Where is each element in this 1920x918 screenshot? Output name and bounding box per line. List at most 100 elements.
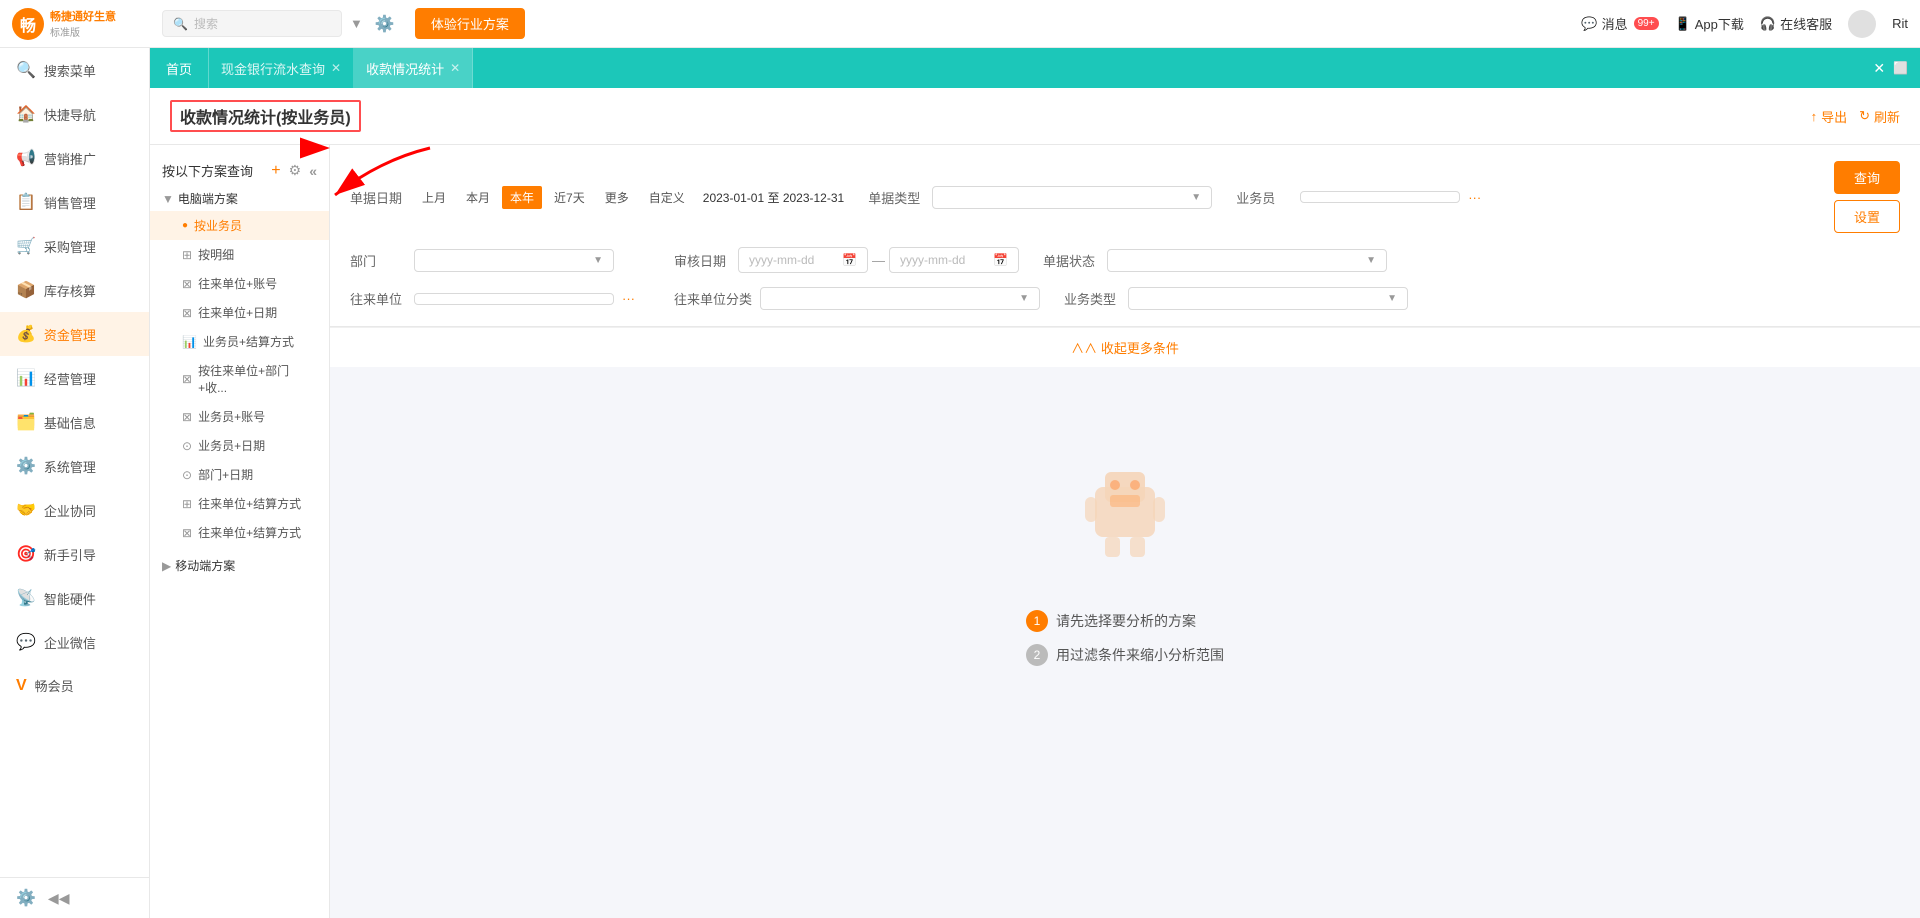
window-close-icon[interactable]: ✕ <box>1873 60 1885 77</box>
counterpart-category-label: 往来单位分类 <box>674 289 752 308</box>
marketing-icon: 📢 <box>16 148 36 168</box>
window-maximize-icon[interactable]: ⬜ <box>1893 61 1908 75</box>
review-date-from[interactable]: yyyy-mm-dd 📅 <box>738 247 868 273</box>
scheme-item-counterpart-settlement2[interactable]: ⊠ 往来单位+结算方式 <box>150 518 329 547</box>
user-avatar[interactable] <box>1848 10 1876 38</box>
scheme-item-by-detail[interactable]: ⊞ 按明细 <box>150 240 329 269</box>
scheme-item-counterpart-date[interactable]: ⊠ 往来单位+日期 <box>150 298 329 327</box>
sidebar-item-finance[interactable]: 💰 资金管理 <box>0 312 149 356</box>
doc-type-select[interactable]: ▼ <box>932 186 1212 209</box>
message-button[interactable]: 💬 消息 99+ <box>1581 14 1658 33</box>
dept-select[interactable]: ▼ <box>414 249 614 272</box>
date-tab-custom[interactable]: 自定义 <box>641 186 693 209</box>
settings-icon[interactable]: ⚙️ <box>371 10 399 38</box>
collapse-bar[interactable]: ∧∧ 收起更多条件 <box>330 327 1920 367</box>
scheme-settings-icon[interactable]: ⚙ <box>289 162 302 179</box>
review-date-to-placeholder: yyyy-mm-dd <box>900 253 965 267</box>
sidebar-item-inventory[interactable]: 📦 库存核算 <box>0 268 149 312</box>
sidebar-item-member[interactable]: V 畅会员 <box>0 664 149 707</box>
review-date-from-placeholder: yyyy-mm-dd <box>749 253 814 267</box>
sidebar-item-basic[interactable]: 🗂️ 基础信息 <box>0 400 149 444</box>
app-download-button[interactable]: 📱 App下载 <box>1675 14 1744 33</box>
sidebar-item-hardware[interactable]: 📡 智能硬件 <box>0 576 149 620</box>
scheme-item-counterpart-settlement1[interactable]: ⊞ 往来单位+结算方式 <box>150 489 329 518</box>
date-tab-this-month[interactable]: 本月 <box>458 186 498 209</box>
header-search-area: 🔍 搜索 ▼ ⚙️ 体验行业方案 <box>162 8 1581 39</box>
sidebar-item-operations[interactable]: 📊 经营管理 <box>0 356 149 400</box>
scheme-category-desktop[interactable]: ▼ 电脑端方案 <box>150 186 329 211</box>
doc-status-select[interactable]: ▼ <box>1107 249 1387 272</box>
dropdown-arrow-icon: ▼ <box>1366 255 1376 266</box>
hint-item-1: 1 请先选择要分析的方案 <box>1026 610 1196 632</box>
date-tab-this-year[interactable]: 本年 <box>502 186 542 209</box>
sidebar-item-label: 库存核算 <box>44 281 96 300</box>
salesperson-filter-item: 业务员 ··· <box>1236 188 1481 207</box>
biz-type-select[interactable]: ▼ <box>1128 287 1408 310</box>
salesperson-more-icon[interactable]: ··· <box>1468 190 1481 205</box>
sidebar-item-search-menu[interactable]: 🔍 搜索菜单 <box>0 48 149 92</box>
search-box[interactable]: 🔍 搜索 <box>162 10 342 37</box>
scheme-item-salesperson-settlement[interactable]: 📊 业务员+结算方式 <box>150 327 329 356</box>
counterpart-more-icon[interactable]: ··· <box>622 291 635 306</box>
empty-hints: 1 请先选择要分析的方案 2 用过滤条件来缩小分析范围 <box>1026 610 1224 666</box>
scheme-item-label: 往来单位+结算方式 <box>198 524 301 541</box>
scheme-item-salesperson-account[interactable]: ⊠ 业务员+账号 <box>150 402 329 431</box>
category-expand-icon: ▼ <box>162 192 174 206</box>
scheme-category-mobile[interactable]: ▶ 移动端方案 <box>150 553 329 578</box>
trial-button[interactable]: 体验行业方案 <box>415 8 525 39</box>
sidebar-item-purchase[interactable]: 🛒 采购管理 <box>0 224 149 268</box>
salesperson-select[interactable] <box>1300 191 1460 203</box>
content-area: 首页 现金银行流水查询 ✕ 收款情况统计 ✕ ✕ ⬜ 收款情况统计(按业务员) <box>150 48 1920 918</box>
review-date-group: yyyy-mm-dd 📅 — yyyy-mm-dd 📅 <box>738 247 1019 273</box>
counterpart-category-select[interactable]: ▼ <box>760 287 1040 310</box>
salesperson-label: 业务员 <box>1236 188 1292 207</box>
inventory-icon: 📦 <box>16 280 36 300</box>
scheme-item-label: 往来单位+日期 <box>198 304 277 321</box>
sidebar-item-weixin[interactable]: 💬 企业微信 <box>0 620 149 664</box>
scheme-item-label: 往来单位+结算方式 <box>198 495 301 512</box>
logo-icon: 畅 <box>12 8 44 40</box>
date-range-text: 2023-01-01 至 2023-12-31 <box>703 189 844 206</box>
counterpart-select[interactable] <box>414 293 614 305</box>
review-date-to[interactable]: yyyy-mm-dd 📅 <box>889 247 1019 273</box>
online-service-button[interactable]: 🎧 在线客服 <box>1760 14 1832 33</box>
export-button[interactable]: ↑ 导出 <box>1811 107 1848 126</box>
scheme-collapse-icon[interactable]: « <box>309 163 317 179</box>
scheme-item-label: 按业务员 <box>194 217 242 234</box>
tab-home[interactable]: 首页 <box>150 48 209 88</box>
sidebar-item-enterprise[interactable]: 🤝 企业协同 <box>0 488 149 532</box>
date-tab-last-7-days[interactable]: 近7天 <box>546 186 593 209</box>
scheme-item-counterpart-account[interactable]: ⊠ 往来单位+账号 <box>150 269 329 298</box>
scheme-item-dept-date[interactable]: ⊙ 部门+日期 <box>150 460 329 489</box>
page-actions: ↑ 导出 ↻ 刷新 <box>1811 107 1900 126</box>
scheme-item-by-salesperson[interactable]: ● 按业务员 <box>150 211 329 240</box>
scheme-item-label: 部门+日期 <box>198 466 253 483</box>
collapse-sidebar-icon[interactable]: ◀◀ <box>48 890 70 907</box>
tab-label: 收款情况统计 <box>366 59 444 78</box>
sidebar-item-guide[interactable]: 🎯 新手引导 <box>0 532 149 576</box>
dropdown-icon[interactable]: ▼ <box>350 16 363 31</box>
tab-collection-stats[interactable]: 收款情况统计 ✕ <box>354 48 473 88</box>
scheme-item-salesperson-date[interactable]: ⊙ 业务员+日期 <box>150 431 329 460</box>
tab-bank-flow[interactable]: 现金银行流水查询 ✕ <box>209 48 354 88</box>
sidebar-item-marketing[interactable]: 📢 营销推广 <box>0 136 149 180</box>
sidebar-item-system[interactable]: ⚙️ 系统管理 <box>0 444 149 488</box>
settings-bottom-icon[interactable]: ⚙️ <box>16 888 36 908</box>
setting-button[interactable]: 设置 <box>1834 200 1900 233</box>
scheme-item-counterpart-dept[interactable]: ⊠ 按往来单位+部门+收... <box>150 356 329 402</box>
calendar-icon: 📅 <box>993 253 1008 267</box>
scheme-add-icon[interactable]: + <box>271 162 280 180</box>
date-tab-more[interactable]: 更多 <box>597 186 637 209</box>
search-button[interactable]: 查询 <box>1834 161 1900 194</box>
date-tab-last-month[interactable]: 上月 <box>414 186 454 209</box>
sidebar-item-sales[interactable]: 📋 销售管理 <box>0 180 149 224</box>
refresh-button[interactable]: ↻ 刷新 <box>1859 107 1900 126</box>
tab-close-icon[interactable]: ✕ <box>331 61 341 75</box>
sidebar: 🔍 搜索菜单 🏠 快捷导航 📢 营销推广 📋 销售管理 🛒 采购管理 📦 库存核… <box>0 48 150 918</box>
tab-close-icon[interactable]: ✕ <box>450 61 460 75</box>
search-icon: 🔍 <box>173 17 188 31</box>
sidebar-item-quick-nav[interactable]: 🏠 快捷导航 <box>0 92 149 136</box>
user-name[interactable]: Rit <box>1892 16 1908 31</box>
guide-icon: 🎯 <box>16 544 36 564</box>
tab-home-label: 首页 <box>166 59 192 78</box>
